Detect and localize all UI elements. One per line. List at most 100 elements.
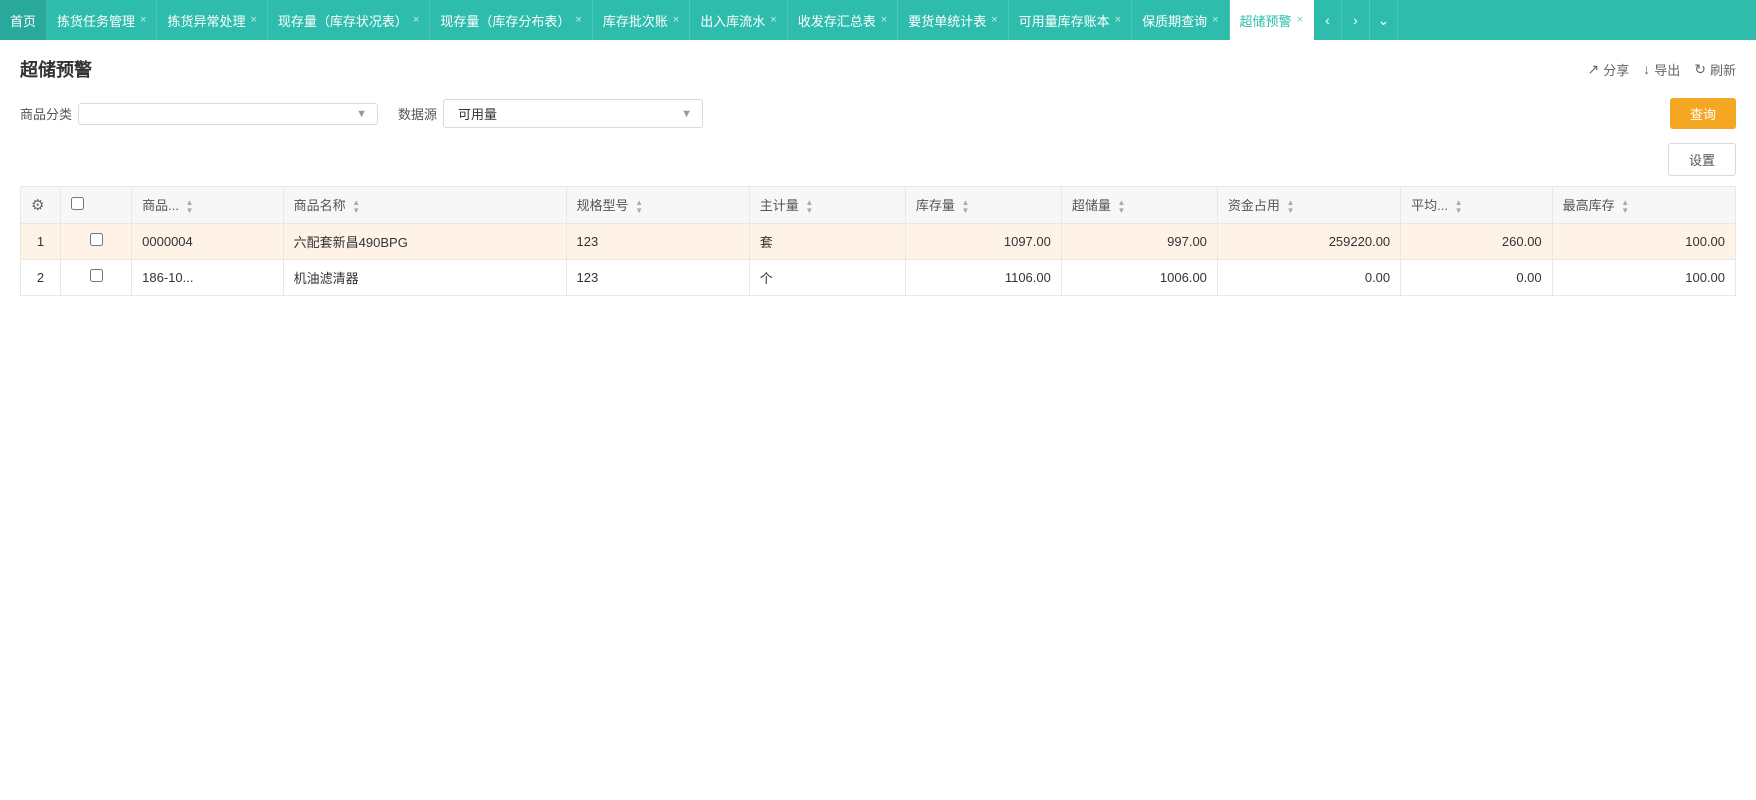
select-all-checkbox[interactable] — [71, 197, 84, 210]
row-number: 1 — [21, 223, 61, 259]
column-max-stock-label: 最高库存 — [1563, 198, 1615, 213]
chevron-down-icon: ▼ — [356, 108, 367, 120]
nav-item-label: 拣货任务管理 — [57, 11, 135, 30]
nav-next-arrow[interactable]: › — [1342, 0, 1370, 40]
refresh-icon: ↻ — [1694, 61, 1706, 78]
sort-icon: ▲▼ — [1455, 199, 1463, 215]
close-icon[interactable]: × — [673, 14, 679, 26]
goods-code-cell: 0000004 — [132, 223, 284, 259]
column-checkbox[interactable] — [61, 187, 132, 224]
stock-qty-cell: 1106.00 — [905, 259, 1061, 295]
row-checkbox[interactable] — [90, 233, 103, 246]
share-button[interactable]: ↗ 分享 — [1587, 60, 1629, 79]
column-spec-model-label: 规格型号 — [577, 198, 629, 213]
table-row: 1 0000004 六配套新昌490BPG 123 套 1097.00 997.… — [21, 223, 1736, 259]
data-source-value: 可用量 — [458, 104, 497, 123]
column-spec-model[interactable]: 规格型号 ▲▼ — [566, 187, 749, 224]
page-header: 超储预警 ↗ 分享 ↓ 导出 ↻ 刷新 — [20, 56, 1736, 82]
nav-prev-arrow[interactable]: ‹ — [1314, 0, 1342, 40]
nav-item-label: 保质期查询 — [1142, 11, 1207, 30]
close-icon[interactable]: × — [413, 14, 419, 26]
row-checkbox-cell[interactable] — [61, 259, 132, 295]
row-checkbox-cell[interactable] — [61, 223, 132, 259]
nav-item-label: 现存量（库存分布表） — [440, 11, 570, 30]
sort-icon: ▲▼ — [1621, 199, 1629, 215]
refresh-button[interactable]: ↻ 刷新 — [1694, 60, 1736, 79]
nav-item-expiry[interactable]: 保质期查询 × — [1132, 0, 1229, 40]
column-capital-used[interactable]: 资金占用 ▲▼ — [1217, 187, 1400, 224]
gear-icon[interactable]: ⚙ — [31, 197, 44, 214]
nav-item-label: 可用量库存账本 — [1019, 11, 1110, 30]
column-avg[interactable]: 平均... ▲▼ — [1401, 187, 1553, 224]
over-stock-cell: 1006.00 — [1061, 259, 1217, 295]
goods-name-cell: 六配套新昌490BPG — [283, 223, 566, 259]
nav-item-home[interactable]: 首页 — [0, 0, 47, 40]
nav-item-label: 拣货异常处理 — [167, 11, 245, 30]
sort-icon: ▲▼ — [635, 199, 643, 215]
column-goods-name[interactable]: 商品名称 ▲▼ — [283, 187, 566, 224]
sort-icon: ▲▼ — [1287, 199, 1295, 215]
main-unit-cell: 个 — [749, 259, 905, 295]
nav-item-available-stock[interactable]: 可用量库存账本 × — [1009, 0, 1132, 40]
close-icon[interactable]: × — [575, 14, 581, 26]
refresh-label: 刷新 — [1710, 60, 1736, 79]
share-label: 分享 — [1603, 60, 1629, 79]
close-icon[interactable]: × — [1297, 14, 1303, 26]
export-icon: ↓ — [1643, 61, 1650, 77]
sort-icon: ▲▼ — [961, 199, 969, 215]
nav-item-overstock[interactable]: 超储预警 × — [1230, 0, 1314, 40]
row-checkbox[interactable] — [90, 269, 103, 282]
settings-row: 设置 — [20, 143, 1736, 176]
spec-model-cell: 123 — [566, 259, 749, 295]
goods-category-select[interactable]: ▼ — [78, 103, 378, 125]
table-header-row: ⚙ 商品... ▲▼ 商品名称 ▲▼ 规格型号 ▲▼ 主计 — [21, 187, 1736, 224]
column-goods-name-label: 商品名称 — [294, 198, 346, 213]
over-stock-cell: 997.00 — [1061, 223, 1217, 259]
query-button[interactable]: 查询 — [1670, 98, 1736, 129]
goods-code-cell: 186-10... — [132, 259, 284, 295]
nav-item-label: 现存量（库存状况表） — [278, 11, 408, 30]
column-over-stock-label: 超储量 — [1072, 198, 1111, 213]
column-main-unit-label: 主计量 — [760, 198, 799, 213]
goods-category-filter: 商品分类 ▼ — [20, 103, 378, 125]
nav-item-pick-task[interactable]: 拣货任务管理 × — [47, 0, 157, 40]
export-label: 导出 — [1654, 60, 1680, 79]
main-unit-cell: 套 — [749, 223, 905, 259]
nav-item-stock-dist[interactable]: 现存量（库存分布表） × — [430, 0, 592, 40]
close-icon[interactable]: × — [140, 14, 146, 26]
row-number: 2 — [21, 259, 61, 295]
avg-cell: 0.00 — [1401, 259, 1553, 295]
nav-item-stock-status[interactable]: 现存量（库存状况表） × — [268, 0, 430, 40]
column-settings[interactable]: ⚙ — [21, 187, 61, 224]
nav-item-stock-batch[interactable]: 库存批次账 × — [593, 0, 690, 40]
settings-button[interactable]: 设置 — [1668, 143, 1736, 176]
nav-item-inout-flow[interactable]: 出入库流水 × — [690, 0, 787, 40]
column-max-stock[interactable]: 最高库存 ▲▼ — [1552, 187, 1735, 224]
export-button[interactable]: ↓ 导出 — [1643, 60, 1680, 79]
goods-category-label: 商品分类 — [20, 104, 72, 123]
column-stock-qty[interactable]: 库存量 ▲▼ — [905, 187, 1061, 224]
column-over-stock[interactable]: 超储量 ▲▼ — [1061, 187, 1217, 224]
nav-item-receive-summary[interactable]: 收发存汇总表 × — [788, 0, 898, 40]
close-icon[interactable]: × — [991, 14, 997, 26]
close-icon[interactable]: × — [1115, 14, 1121, 26]
nav-item-label: 首页 — [10, 11, 36, 30]
column-goods-code[interactable]: 商品... ▲▼ — [132, 187, 284, 224]
nav-item-label: 超储预警 — [1240, 11, 1292, 30]
spec-model-cell: 123 — [566, 223, 749, 259]
nav-item-label: 库存批次账 — [603, 11, 668, 30]
column-main-unit[interactable]: 主计量 ▲▼ — [749, 187, 905, 224]
close-icon[interactable]: × — [250, 14, 256, 26]
nav-item-order-stats[interactable]: 要货单统计表 × — [898, 0, 1008, 40]
close-icon[interactable]: × — [1212, 14, 1218, 26]
nav-item-label: 收发存汇总表 — [798, 11, 876, 30]
goods-name-cell: 机油滤清器 — [283, 259, 566, 295]
nav-menu-arrow[interactable]: ⌄ — [1370, 0, 1398, 40]
close-icon[interactable]: × — [881, 14, 887, 26]
close-icon[interactable]: × — [770, 14, 776, 26]
chevron-down-icon: ▼ — [681, 108, 692, 120]
nav-item-pick-exception[interactable]: 拣货异常处理 × — [157, 0, 267, 40]
page-title: 超储预警 — [20, 56, 92, 82]
max-stock-cell: 100.00 — [1552, 259, 1735, 295]
data-source-select[interactable]: 可用量 ▼ — [443, 99, 703, 128]
